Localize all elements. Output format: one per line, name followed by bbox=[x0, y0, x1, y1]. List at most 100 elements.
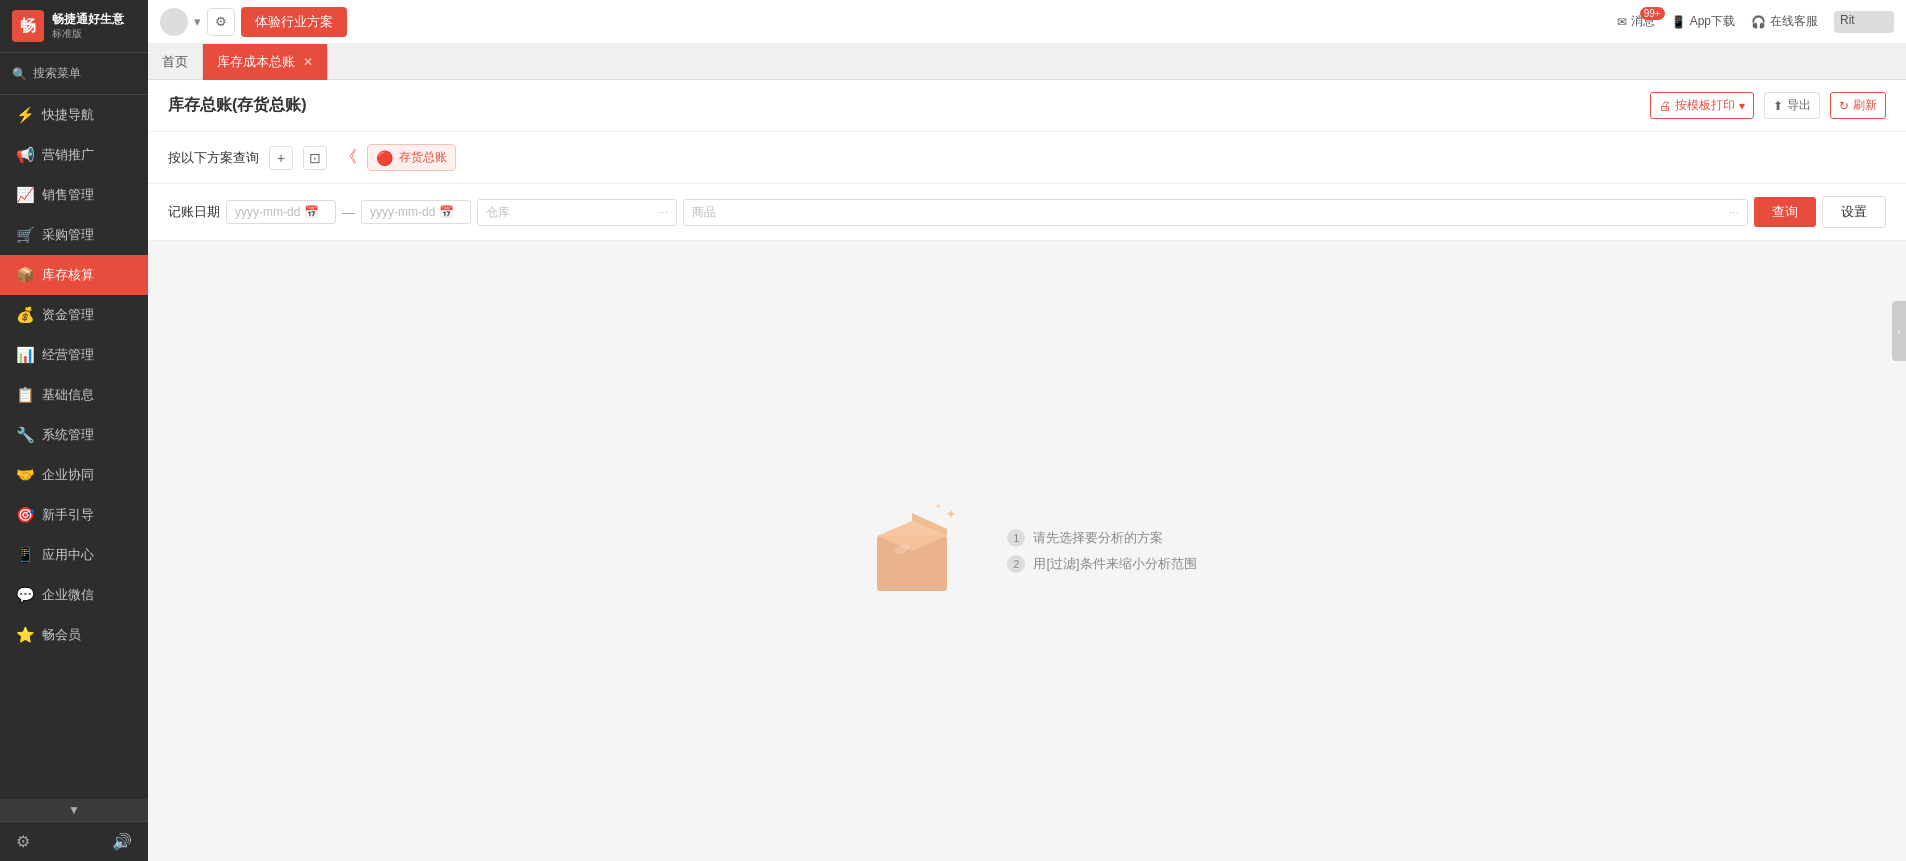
date-end-input[interactable]: yyyy-mm-dd 📅 bbox=[361, 200, 471, 224]
warehouse-more-icon[interactable]: ··· bbox=[658, 205, 668, 219]
warehouse-placeholder: 仓库 bbox=[486, 204, 510, 221]
topbar-username: Rit bbox=[1834, 11, 1894, 33]
sidebar-scroll-down[interactable]: ▼ bbox=[0, 799, 148, 821]
column-settings-btn[interactable]: 设置 bbox=[1822, 196, 1886, 228]
sidebar-footer: ⚙ 🔊 bbox=[0, 821, 148, 861]
app-logo-text: 畅捷通好生意 标准版 bbox=[52, 11, 124, 42]
empty-illustration: ✦ ✦ bbox=[857, 491, 977, 611]
tab-home-label: 首页 bbox=[162, 53, 188, 71]
page-title: 库存总账(存货总账) bbox=[168, 95, 307, 116]
volume-footer-icon[interactable]: 🔊 bbox=[112, 832, 132, 851]
panel-toggle-btn[interactable]: › bbox=[1892, 301, 1906, 361]
print-icon: 🖨 bbox=[1659, 99, 1671, 113]
content-area: 库存总账(存货总账) 🖨 按模板打印 ▾ ⬆ 导出 ↻ 刷新 按以下方案查询 bbox=[148, 80, 1906, 861]
sidebar-item-basic-info[interactable]: 📋 基础信息 bbox=[0, 375, 148, 415]
basic-info-label: 基础信息 bbox=[42, 386, 94, 404]
sidebar-item-purchase[interactable]: 🛒 采购管理 bbox=[0, 215, 148, 255]
scheme-label: 存货总账 bbox=[399, 149, 447, 166]
sidebar-item-guide[interactable]: 🎯 新手引导 bbox=[0, 495, 148, 535]
quick-nav-icon: ⚡ bbox=[16, 106, 34, 124]
filter-add-btn[interactable]: + bbox=[269, 146, 293, 170]
message-btn[interactable]: ✉ 消息 99+ bbox=[1617, 13, 1655, 30]
export-icon: ⬆ bbox=[1773, 99, 1783, 113]
print-btn[interactable]: 🖨 按模板打印 ▾ bbox=[1650, 92, 1754, 119]
svg-text:✦: ✦ bbox=[945, 506, 957, 522]
query-form: 记账日期 yyyy-mm-dd 📅 — yyyy-mm-dd 📅 仓库 ··· … bbox=[148, 184, 1906, 241]
sidebar: 畅 畅捷通好生意 标准版 🔍 搜索菜单 ⚡ 快捷导航 📢 营销推广 📈 销售管理… bbox=[0, 0, 148, 861]
sidebar-item-inventory[interactable]: 📦 库存核算 bbox=[0, 255, 148, 295]
sidebar-item-sales[interactable]: 📈 销售管理 bbox=[0, 175, 148, 215]
export-btn[interactable]: ⬆ 导出 bbox=[1764, 92, 1820, 119]
app-logo-icon: 畅 bbox=[12, 10, 44, 42]
product-placeholder: 商品 bbox=[692, 204, 716, 221]
refresh-btn[interactable]: ↻ 刷新 bbox=[1830, 92, 1886, 119]
sidebar-item-wechat[interactable]: 💬 企业微信 bbox=[0, 575, 148, 615]
search-menu-label: 搜索菜单 bbox=[33, 65, 81, 82]
empty-tip-2: 2 用[过滤]条件来缩小分析范围 bbox=[1007, 555, 1196, 573]
topbar-settings-btn[interactable]: ⚙ bbox=[207, 8, 235, 36]
tab-inventory-cost[interactable]: 库存成本总账 ✕ bbox=[203, 44, 328, 80]
warehouse-input[interactable]: 仓库 ··· bbox=[477, 199, 677, 226]
purchase-label: 采购管理 bbox=[42, 226, 94, 244]
purchase-icon: 🛒 bbox=[16, 226, 34, 244]
brand-name: 畅捷通好生意 bbox=[52, 11, 124, 28]
settings-footer-icon[interactable]: ⚙ bbox=[16, 832, 30, 851]
filter-scheme-item[interactable]: 🔴 存货总账 bbox=[367, 144, 456, 171]
wechat-label: 企业微信 bbox=[42, 586, 94, 604]
tip-text-2: 用[过滤]条件来缩小分析范围 bbox=[1033, 555, 1196, 573]
marketing-icon: 📢 bbox=[16, 146, 34, 164]
sidebar-item-app-center[interactable]: 📱 应用中心 bbox=[0, 535, 148, 575]
sidebar-item-finance[interactable]: 💰 资金管理 bbox=[0, 295, 148, 335]
filter-collapse-btn[interactable]: 《 bbox=[341, 147, 357, 168]
calendar-end-icon[interactable]: 📅 bbox=[439, 205, 454, 219]
product-input[interactable]: 商品 ··· bbox=[683, 199, 1748, 226]
sidebar-item-operations[interactable]: 📊 经营管理 bbox=[0, 335, 148, 375]
sidebar-search-area[interactable]: 🔍 搜索菜单 bbox=[0, 53, 148, 95]
headset-icon: 🎧 bbox=[1751, 15, 1766, 29]
print-btn-label: 按模板打印 bbox=[1675, 97, 1735, 114]
sidebar-nav: ⚡ 快捷导航 📢 营销推广 📈 销售管理 🛒 采购管理 📦 库存核算 💰 资金管… bbox=[0, 95, 148, 799]
tab-close-icon[interactable]: ✕ bbox=[303, 55, 313, 69]
main-area: ▾ ⚙ 体验行业方案 ✉ 消息 99+ 📱 App下载 🎧 在线客服 Rit bbox=[148, 0, 1906, 861]
sidebar-item-enterprise[interactable]: 🤝 企业协同 bbox=[0, 455, 148, 495]
topbar-left: ▾ ⚙ 体验行业方案 bbox=[160, 7, 1609, 37]
industry-btn[interactable]: 体验行业方案 bbox=[241, 7, 347, 37]
sidebar-item-marketing[interactable]: 📢 营销推广 bbox=[0, 135, 148, 175]
sidebar-item-quick-nav[interactable]: ⚡ 快捷导航 bbox=[0, 95, 148, 135]
date-start-input[interactable]: yyyy-mm-dd 📅 bbox=[226, 200, 336, 224]
search-icon: 🔍 bbox=[12, 67, 27, 81]
empty-tip-1: 1 请先选择要分析的方案 bbox=[1007, 529, 1196, 547]
date-start-placeholder: yyyy-mm-dd bbox=[235, 205, 300, 219]
sidebar-item-vip[interactable]: ⭐ 畅会员 bbox=[0, 615, 148, 655]
sidebar-logo: 畅 畅捷通好生意 标准版 bbox=[0, 0, 148, 53]
message-badge: 99+ bbox=[1640, 7, 1665, 20]
filter-label: 按以下方案查询 bbox=[168, 149, 259, 167]
guide-label: 新手引导 bbox=[42, 506, 94, 524]
filter-toggle-btn[interactable]: ⊡ bbox=[303, 146, 327, 170]
vip-icon: ⭐ bbox=[16, 626, 34, 644]
search-menu-btn[interactable]: 🔍 搜索菜单 bbox=[12, 61, 136, 86]
user-dropdown-icon[interactable]: ▾ bbox=[194, 14, 201, 29]
sidebar-item-system[interactable]: 🔧 系统管理 bbox=[0, 415, 148, 455]
app-download-label: App下载 bbox=[1690, 13, 1735, 30]
query-btn[interactable]: 查询 bbox=[1754, 197, 1816, 227]
print-dropdown-icon[interactable]: ▾ bbox=[1739, 99, 1745, 113]
tab-inventory-cost-label: 库存成本总账 bbox=[217, 53, 295, 71]
user-avatar bbox=[160, 8, 188, 36]
app-download-btn[interactable]: 📱 App下载 bbox=[1671, 13, 1735, 30]
marketing-label: 营销推广 bbox=[42, 146, 94, 164]
tip-num-2: 2 bbox=[1007, 555, 1025, 573]
tab-home[interactable]: 首页 bbox=[148, 44, 203, 80]
username-label: Rit bbox=[1834, 11, 1894, 29]
refresh-icon: ↻ bbox=[1839, 99, 1849, 113]
online-service-btn[interactable]: 🎧 在线客服 bbox=[1751, 13, 1818, 30]
inventory-icon: 📦 bbox=[16, 266, 34, 284]
tip-num-1: 1 bbox=[1007, 529, 1025, 547]
panel-close-bar: › bbox=[1892, 301, 1906, 361]
calendar-start-icon[interactable]: 📅 bbox=[304, 205, 319, 219]
message-icon: ✉ bbox=[1617, 15, 1627, 29]
empty-box-svg: ✦ ✦ bbox=[857, 491, 977, 611]
topbar-right: ✉ 消息 99+ 📱 App下载 🎧 在线客服 Rit bbox=[1617, 11, 1894, 33]
product-more-icon[interactable]: ··· bbox=[1729, 205, 1739, 219]
edition-label: 标准版 bbox=[52, 27, 124, 41]
